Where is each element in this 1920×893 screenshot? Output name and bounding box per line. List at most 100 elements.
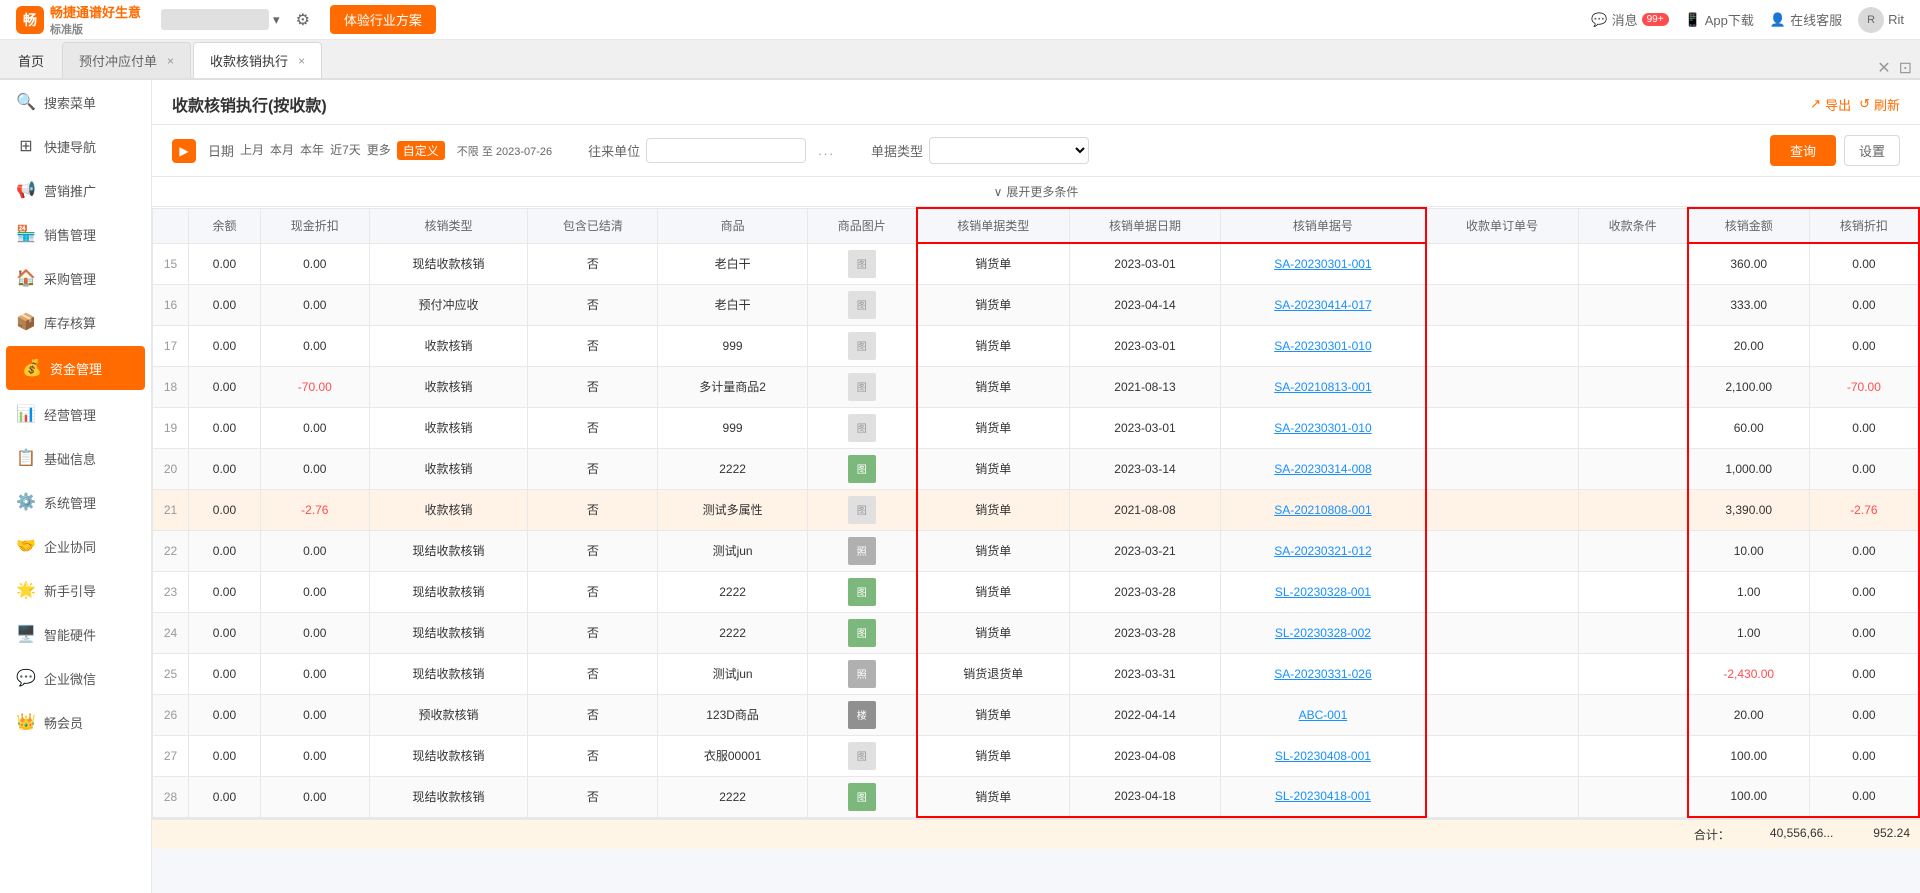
layout: 🔍搜索菜单⊞快捷导航📢营销推广🏪销售管理🏠采购管理📦库存核算💰资金管理📊经营管理… xyxy=(0,80,1920,893)
app-icon: 📱 xyxy=(1685,12,1701,28)
avatar: R xyxy=(1858,7,1884,33)
cell-7-9[interactable]: SA-20230321-012 xyxy=(1221,530,1426,571)
cell-4-11 xyxy=(1578,407,1688,448)
last7-link[interactable]: 近7天 xyxy=(330,141,361,160)
last-month-link[interactable]: 上月 xyxy=(240,141,264,160)
app-download-button[interactable]: 📱 App下载 xyxy=(1685,10,1754,29)
cell-11-2: 0.00 xyxy=(260,694,369,735)
sidebar-item-enterprise[interactable]: 🤝企业协同 xyxy=(0,524,151,568)
cell-6-12: 3,390.00 xyxy=(1688,489,1810,530)
cell-5-1: 0.00 xyxy=(189,448,261,489)
top-bar: 畅 畅捷通谱好生意 标准版 ▾ ⚙ 体验行业方案 💬 消息 99+ 📱 App下… xyxy=(0,0,1920,40)
cell-13-8: 2023-04-18 xyxy=(1069,776,1221,817)
cell-11-9[interactable]: ABC-001 xyxy=(1221,694,1426,735)
cell-8-9[interactable]: SL-20230328-001 xyxy=(1221,571,1426,612)
cell-7-6: 照 xyxy=(807,530,917,571)
cell-8-10 xyxy=(1426,571,1578,612)
counterpart-input[interactable] xyxy=(646,138,806,163)
sidebar-item-marketing[interactable]: 📢营销推广 xyxy=(0,168,151,212)
online-service-button[interactable]: 👤 在线客服 xyxy=(1770,10,1842,29)
cell-5-9[interactable]: SA-20230314-008 xyxy=(1221,448,1426,489)
maximize-icon[interactable]: ⊡ xyxy=(1899,58,1912,78)
main-table: 余额现金折扣核销类型包含已结清商品商品图片核销单据类型核销单据日期核销单据号收款… xyxy=(152,207,1920,818)
bill-type-select[interactable] xyxy=(929,137,1089,164)
footer-total: 40,556,66... xyxy=(1770,826,1833,843)
this-month-link[interactable]: 本月 xyxy=(270,141,294,160)
cell-5-6: 图 xyxy=(807,448,917,489)
custom-date-button[interactable]: 自定义 xyxy=(397,141,445,160)
close-tab2-icon[interactable]: × xyxy=(298,54,305,68)
more-link[interactable]: 更多 xyxy=(367,141,391,160)
sidebar-item-hardware[interactable]: 🖥️智能硬件 xyxy=(0,612,151,656)
sidebar-item-member[interactable]: 👑畅会员 xyxy=(0,700,151,744)
cell-7-4: 否 xyxy=(528,530,658,571)
cell-6-9[interactable]: SA-20210808-001 xyxy=(1221,489,1426,530)
cell-10-5: 测试jun xyxy=(658,653,807,694)
cell-10-13: 0.00 xyxy=(1809,653,1919,694)
sidebar-item-system[interactable]: ⚙️系统管理 xyxy=(0,480,151,524)
cell-3-5: 多计量商品2 xyxy=(658,366,807,407)
cell-11-8: 2022-04-14 xyxy=(1069,694,1221,735)
cell-9-10 xyxy=(1426,612,1578,653)
settings-icon[interactable]: ⚙ xyxy=(296,10,310,30)
refresh-button[interactable]: ↺ 刷新 xyxy=(1859,95,1900,114)
tab-home[interactable]: 首页 xyxy=(2,42,60,78)
col-header-12: 核销金额 xyxy=(1688,208,1810,243)
col-header-0 xyxy=(153,208,189,243)
sidebar-item-sales[interactable]: 🏪销售管理 xyxy=(0,212,151,256)
cell-3-9[interactable]: SA-20210813-001 xyxy=(1221,366,1426,407)
sidebar-item-operation[interactable]: 📊经营管理 xyxy=(0,392,151,436)
cell-2-9[interactable]: SA-20230301-010 xyxy=(1221,325,1426,366)
cell-12-8: 2023-04-08 xyxy=(1069,735,1221,776)
chevron-down-icon: ▾ xyxy=(273,12,280,28)
sidebar-item-purchase[interactable]: 🏠采购管理 xyxy=(0,256,151,300)
cell-7-8: 2023-03-21 xyxy=(1069,530,1221,571)
cell-4-9[interactable]: SA-20230301-010 xyxy=(1221,407,1426,448)
product-thumbnail: 图 xyxy=(848,455,876,483)
filter-expand-button[interactable]: ▶ xyxy=(172,139,196,163)
col-header-11: 收款条件 xyxy=(1578,208,1688,243)
cell-1-9[interactable]: SA-20230414-017 xyxy=(1221,284,1426,325)
tab-prepay[interactable]: 预付冲应付单 × xyxy=(62,42,191,78)
sidebar-item-finance[interactable]: 💰资金管理 xyxy=(6,346,145,390)
cell-0-6: 图 xyxy=(807,243,917,284)
query-button[interactable]: 查询 xyxy=(1770,135,1836,166)
filter-date-links: 上月 本月 本年 近7天 更多 自定义 xyxy=(240,141,445,160)
cell-0-13: 0.00 xyxy=(1809,243,1919,284)
sidebar-item-guide[interactable]: 🌟新手引导 xyxy=(0,568,151,612)
sidebar-item-wechat[interactable]: 💬企业微信 xyxy=(0,656,151,700)
cell-11-4: 否 xyxy=(528,694,658,735)
messages-button[interactable]: 💬 消息 99+ xyxy=(1591,10,1668,29)
cell-1-7: 销货单 xyxy=(917,284,1069,325)
logo-text-main: 畅捷通谱好生意 xyxy=(50,2,141,21)
expand-more-bar[interactable]: ∨ 展开更多条件 xyxy=(152,177,1920,207)
setting-button[interactable]: 设置 xyxy=(1844,135,1900,166)
cell-1-10 xyxy=(1426,284,1578,325)
sidebar-item-inventory[interactable]: 📦库存核算 xyxy=(0,300,151,344)
close-tab1-icon[interactable]: × xyxy=(167,54,174,68)
cell-9-9[interactable]: SL-20230328-002 xyxy=(1221,612,1426,653)
col-header-4: 包含已结清 xyxy=(528,208,658,243)
cell-5-5: 2222 xyxy=(658,448,807,489)
cell-0-9[interactable]: SA-20230301-001 xyxy=(1221,243,1426,284)
sidebar-item-search[interactable]: 🔍搜索菜单 xyxy=(0,80,151,124)
tab-bar-right: ✕ ⊡ xyxy=(1877,58,1920,78)
cell-12-9[interactable]: SL-20230408-001 xyxy=(1221,735,1426,776)
sidebar-item-shortcut[interactable]: ⊞快捷导航 xyxy=(0,124,151,168)
sidebar-item-basic[interactable]: 📋基础信息 xyxy=(0,436,151,480)
cell-13-9[interactable]: SL-20230418-001 xyxy=(1221,776,1426,817)
cell-6-2: -2.76 xyxy=(260,489,369,530)
cell-6-7: 销货单 xyxy=(917,489,1069,530)
cell-10-9[interactable]: SA-20230331-026 xyxy=(1221,653,1426,694)
export-button[interactable]: ↗ 导出 xyxy=(1810,95,1851,114)
cell-4-4: 否 xyxy=(528,407,658,448)
tab-verify[interactable]: 收款核销执行 × xyxy=(193,42,322,78)
filter-dots1: ... xyxy=(818,143,835,158)
cell-0-11 xyxy=(1578,243,1688,284)
industry-solution-button[interactable]: 体验行业方案 xyxy=(330,5,436,34)
this-year-link[interactable]: 本年 xyxy=(300,141,324,160)
cell-10-11 xyxy=(1578,653,1688,694)
company-dropdown[interactable]: ▾ xyxy=(161,9,280,30)
cell-12-12: 100.00 xyxy=(1688,735,1810,776)
close-window-icon[interactable]: ✕ xyxy=(1877,58,1890,78)
